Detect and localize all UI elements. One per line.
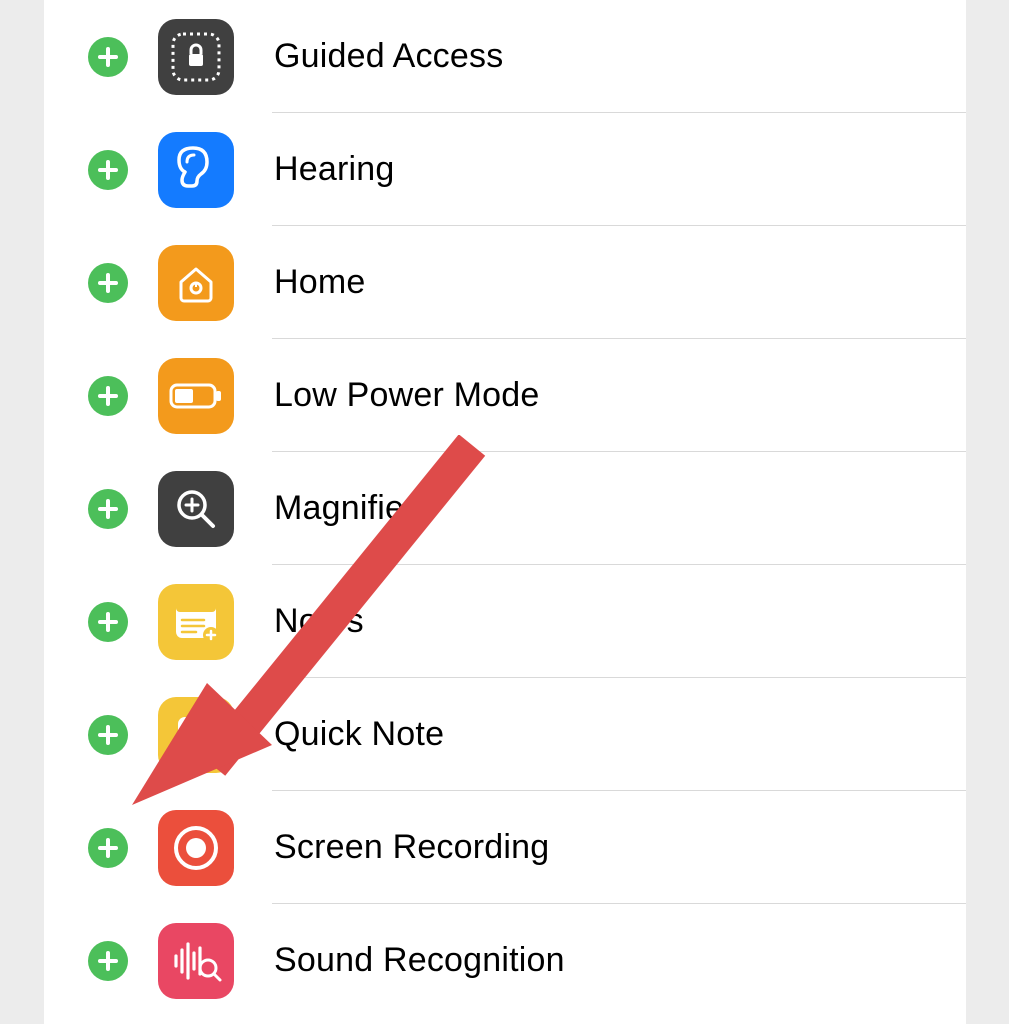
list-item-label: Sound Recognition [274, 941, 565, 980]
list-item-guided-access: Guided Access [44, 0, 966, 113]
magnifier-icon [158, 471, 234, 547]
list-item-sound-recognition: Sound Recognition [44, 904, 966, 1017]
list-item-notes: Notes [44, 565, 966, 678]
list-item-label: Hearing [274, 150, 394, 189]
add-button-quick-note[interactable] [88, 715, 128, 755]
more-controls-list: Guided Access Hearing [44, 0, 966, 1017]
list-item-label: Screen Recording [274, 828, 549, 867]
list-item-magnifier: Magnifier [44, 452, 966, 565]
add-button-hearing[interactable] [88, 150, 128, 190]
quick-note-icon [158, 697, 234, 773]
list-item-screen-recording: Screen Recording [44, 791, 966, 904]
notes-icon [158, 584, 234, 660]
settings-list-panel: Guided Access Hearing [44, 0, 966, 1024]
list-item-home: Home [44, 226, 966, 339]
list-item-label: Home [274, 263, 366, 302]
add-button-notes[interactable] [88, 602, 128, 642]
low-power-mode-icon [158, 358, 234, 434]
home-icon [158, 245, 234, 321]
list-item-quick-note: Quick Note [44, 678, 966, 791]
add-button-magnifier[interactable] [88, 489, 128, 529]
list-item-low-power-mode: Low Power Mode [44, 339, 966, 452]
hearing-icon [158, 132, 234, 208]
sound-recognition-icon [158, 923, 234, 999]
screen-recording-icon [158, 810, 234, 886]
add-button-low-power-mode[interactable] [88, 376, 128, 416]
list-item-label: Quick Note [274, 715, 444, 754]
list-item-label: Low Power Mode [274, 376, 540, 415]
add-button-screen-recording[interactable] [88, 828, 128, 868]
add-button-guided-access[interactable] [88, 37, 128, 77]
list-item-label: Guided Access [274, 37, 503, 76]
add-button-home[interactable] [88, 263, 128, 303]
list-item-label: Notes [274, 602, 364, 641]
list-item-hearing: Hearing [44, 113, 966, 226]
guided-access-icon [158, 19, 234, 95]
list-item-label: Magnifier [274, 489, 416, 528]
add-button-sound-recognition[interactable] [88, 941, 128, 981]
